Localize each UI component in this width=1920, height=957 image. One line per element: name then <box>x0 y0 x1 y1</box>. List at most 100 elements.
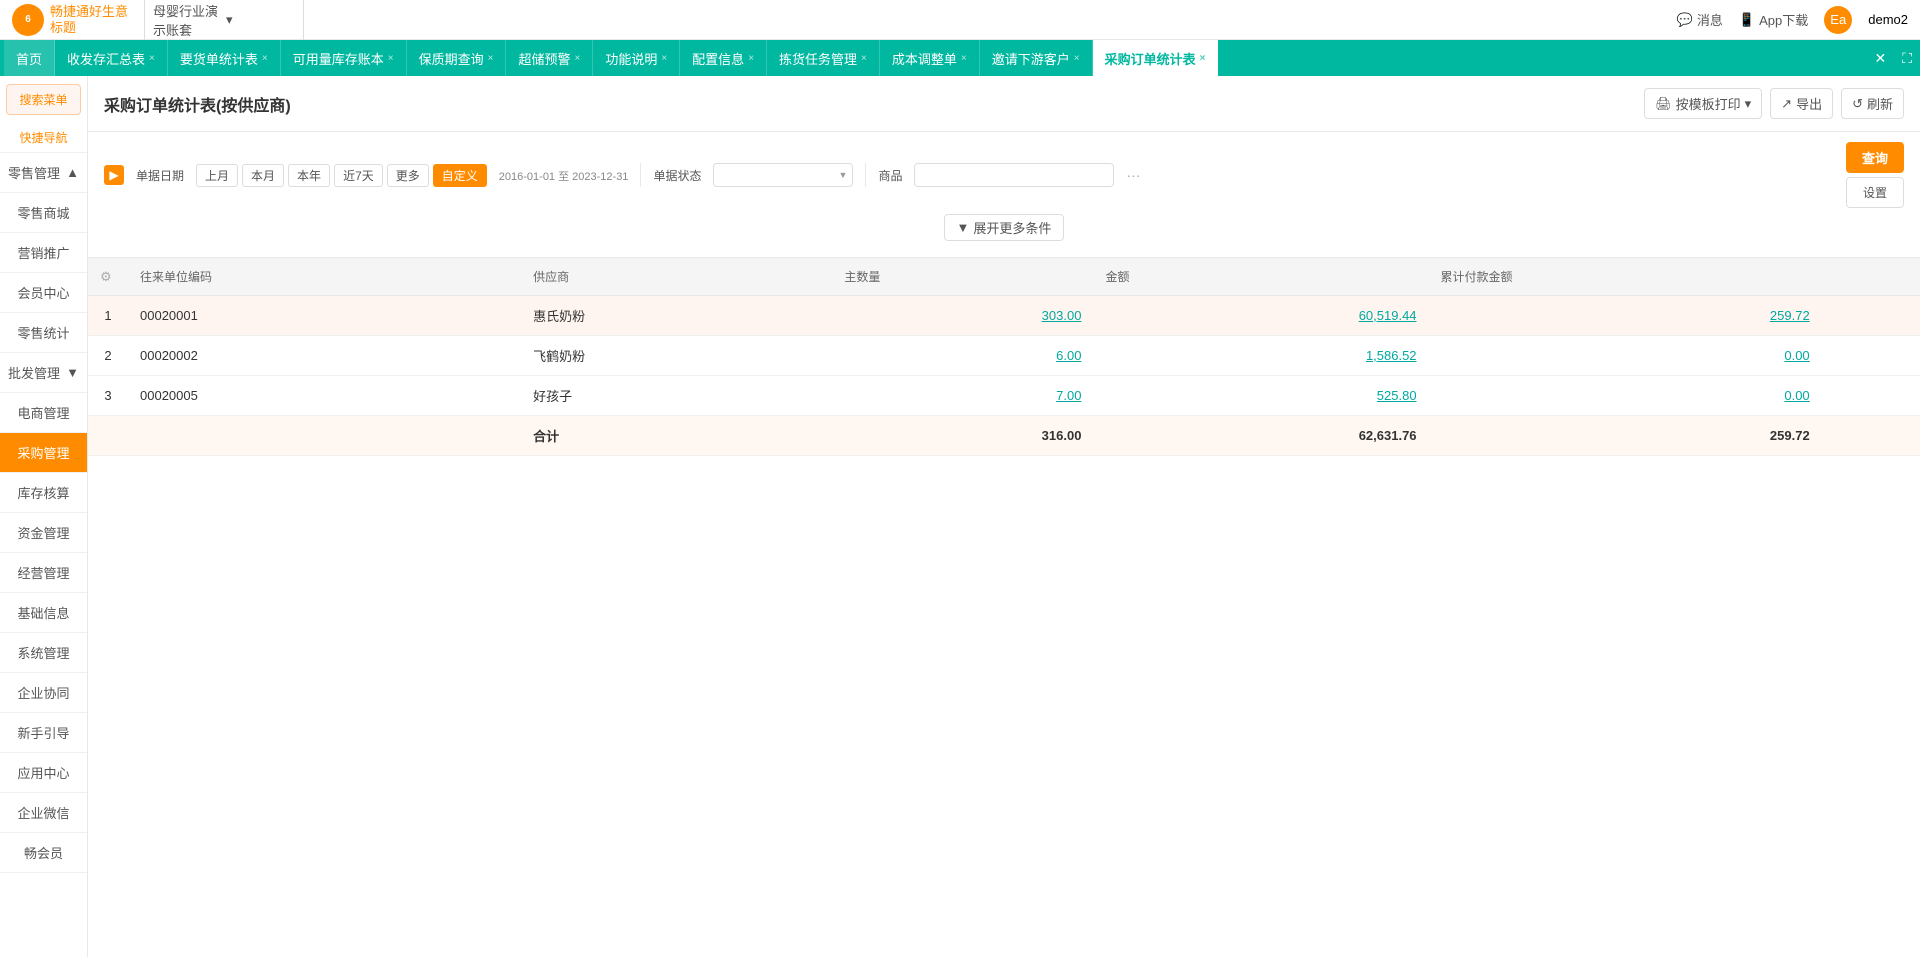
message-icon: 💬 <box>1677 12 1693 28</box>
row-extra <box>1822 296 1920 336</box>
filter-separator <box>640 163 641 187</box>
logo: 6 畅捷通好生意 标题 <box>12 4 128 36</box>
chevron-down-icon: ▼ <box>66 365 79 380</box>
sidebar-item-member-plus[interactable]: 畅会员 <box>0 833 87 873</box>
status-filter-label: 单据状态 <box>653 167 701 184</box>
goods-input[interactable] <box>914 163 1114 187</box>
tab-shelf-life[interactable]: 保质期查询 × <box>407 40 507 76</box>
sidebar-item-guide[interactable]: 新手引导 <box>0 713 87 753</box>
close-icon[interactable]: × <box>1200 53 1206 64</box>
this-month-btn[interactable]: 本月 <box>242 164 284 187</box>
last-7-days-btn[interactable]: 近7天 <box>334 164 383 187</box>
tab-inventory-summary[interactable]: 收发存汇总表 × <box>55 40 168 76</box>
expand-more-btn[interactable]: ▼ 展开更多条件 <box>944 214 1065 241</box>
sidebar-item-members[interactable]: 会员中心 <box>0 273 87 313</box>
nav-tabs-actions: ✕ ⛶ <box>1870 46 1916 71</box>
filter-expand-toggle[interactable]: ▶ <box>104 165 124 185</box>
print-icon: 🖨 <box>1655 96 1672 112</box>
close-icon[interactable]: × <box>262 53 268 64</box>
sidebar-item-system[interactable]: 系统管理 <box>0 633 87 673</box>
maximize-tab-btn[interactable]: ⛶ <box>1898 46 1916 71</box>
logo-icon: 6 <box>12 4 44 36</box>
table-body: 1 00020001 惠氏奶粉 303.00 60,519.44 259.72 … <box>88 296 1920 416</box>
table-row: 3 00020005 好孩子 7.00 525.80 0.00 <box>88 376 1920 416</box>
sidebar-item-wechat[interactable]: 企业微信 <box>0 793 87 833</box>
sidebar-item-retail-stats[interactable]: 零售统计 <box>0 313 87 353</box>
message-btn[interactable]: 💬 消息 <box>1677 10 1723 29</box>
sidebar-item-ecommerce[interactable]: 电商管理 <box>0 393 87 433</box>
tab-config[interactable]: 配置信息 × <box>680 40 767 76</box>
sidebar-item-inventory[interactable]: 库存核算 <box>0 473 87 513</box>
close-icon[interactable]: × <box>488 53 494 64</box>
tab-home[interactable]: 首页 <box>4 40 55 76</box>
close-tab-btn[interactable]: ✕ <box>1870 46 1890 71</box>
close-icon[interactable]: × <box>861 53 867 64</box>
sidebar-item-finance[interactable]: 资金管理 <box>0 513 87 553</box>
sidebar-item-retail-management[interactable]: 零售管理 ▲ <box>0 153 87 193</box>
tab-available-stock[interactable]: 可用量库存账本 × <box>281 40 407 76</box>
user-name: demo2 <box>1868 12 1908 27</box>
settings-btn[interactable]: 设置 <box>1846 177 1904 208</box>
close-icon[interactable]: × <box>388 53 394 64</box>
close-icon[interactable]: × <box>748 53 754 64</box>
last-month-btn[interactable]: 上月 <box>196 164 238 187</box>
this-year-btn[interactable]: 本年 <box>288 164 330 187</box>
workspace-selector[interactable]: 母婴行业演示账套 ▾ <box>144 0 304 44</box>
sidebar-item-wholesale[interactable]: 批发管理 ▼ <box>0 353 87 393</box>
page-title: 采购订单统计表(按供应商) <box>104 92 291 116</box>
close-icon[interactable]: × <box>1074 53 1080 64</box>
sidebar-item-basic-info[interactable]: 基础信息 <box>0 593 87 633</box>
unit-code: 00020005 <box>128 376 521 416</box>
custom-date-btn[interactable]: 自定义 <box>433 164 487 187</box>
goods-input-more[interactable]: ··· <box>1126 167 1140 183</box>
amount: 60,519.44 <box>1093 296 1428 336</box>
col-unit-code: 往来单位编码 <box>128 258 521 296</box>
supplier-name: 好孩子 <box>521 376 832 416</box>
tab-invite-downstream[interactable]: 邀请下游客户 × <box>980 40 1093 76</box>
row-num: 2 <box>88 336 128 376</box>
more-date-btn[interactable]: 更多 <box>387 164 429 187</box>
footer-extra <box>1822 416 1920 456</box>
status-select[interactable] <box>713 163 853 187</box>
close-icon[interactable]: × <box>574 53 580 64</box>
avatar[interactable]: Ea <box>1824 6 1852 34</box>
filter-separator2 <box>865 163 866 187</box>
sidebar-item-operations[interactable]: 经营管理 <box>0 553 87 593</box>
footer-total-label: 合计 <box>521 416 832 456</box>
export-btn[interactable]: ↗ 导出 <box>1770 88 1833 119</box>
close-icon[interactable]: × <box>661 53 667 64</box>
sidebar-item-app-center[interactable]: 应用中心 <box>0 753 87 793</box>
close-icon[interactable]: × <box>149 53 155 64</box>
template-print-btn[interactable]: 🖨 按模板打印 ▾ <box>1644 88 1762 119</box>
download-icon: 📱 <box>1739 12 1755 28</box>
close-icon[interactable]: × <box>961 53 967 64</box>
gear-icon[interactable]: ⚙ <box>100 269 112 284</box>
col-gear: ⚙ <box>88 258 128 296</box>
tab-feature-desc[interactable]: 功能说明 × <box>593 40 680 76</box>
query-btn[interactable]: 查询 <box>1846 142 1904 173</box>
search-menu-btn[interactable]: 搜索菜单 <box>6 84 81 115</box>
date-quick-btns: 上月 本月 本年 近7天 更多 自定义 <box>196 164 487 187</box>
refresh-icon: ↺ <box>1852 96 1863 112</box>
unit-code: 00020002 <box>128 336 521 376</box>
table-row: 2 00020002 飞鹤奶粉 6.00 1,586.52 0.00 <box>88 336 1920 376</box>
sidebar-item-purchase[interactable]: 采购管理 <box>0 433 87 473</box>
chevron-icon: ▲ <box>66 165 79 180</box>
tab-order-stats[interactable]: 要货单统计表 × <box>168 40 281 76</box>
col-amount: 金额 <box>1093 258 1428 296</box>
row-extra <box>1822 336 1920 376</box>
amount: 1,586.52 <box>1093 336 1428 376</box>
tab-overstock[interactable]: 超储预警 × <box>506 40 593 76</box>
sidebar-item-retail-mall[interactable]: 零售商城 <box>0 193 87 233</box>
sidebar-item-marketing[interactable]: 营销推广 <box>0 233 87 273</box>
footer-label <box>88 416 521 456</box>
top-bar: 6 畅捷通好生意 标题 母婴行业演示账套 ▾ 💬 消息 📱 App下载 Ea d… <box>0 0 1920 40</box>
refresh-btn[interactable]: ↺ 刷新 <box>1841 88 1904 119</box>
tab-pick-task[interactable]: 拣货任务管理 × <box>767 40 880 76</box>
sidebar-item-enterprise[interactable]: 企业协同 <box>0 673 87 713</box>
app-download-btn[interactable]: 📱 App下载 <box>1739 10 1808 29</box>
row-num: 1 <box>88 296 128 336</box>
quick-nav-btn[interactable]: 快捷导航 <box>0 123 87 153</box>
tab-cost-adjust[interactable]: 成本调整单 × <box>880 40 980 76</box>
tab-purchase-stats[interactable]: 采购订单统计表 × <box>1093 40 1219 76</box>
